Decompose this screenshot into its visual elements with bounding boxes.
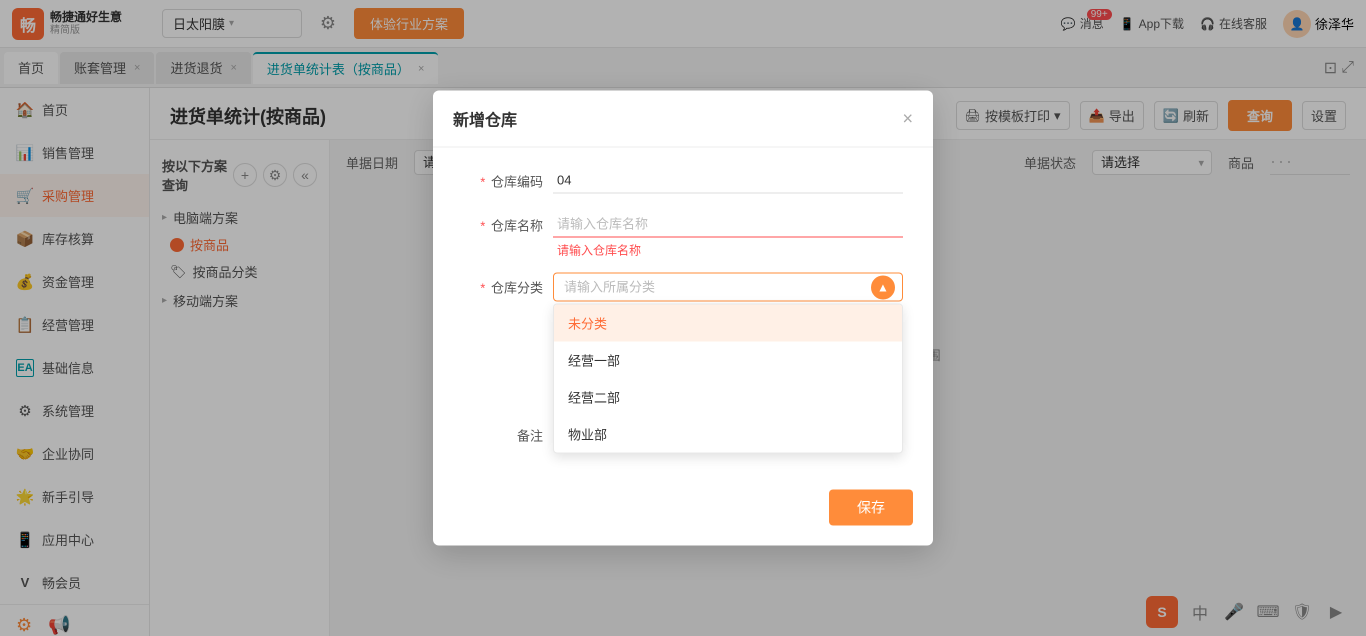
dropdown-item-0[interactable]: 未分类 (554, 305, 902, 342)
code-input[interactable] (553, 168, 903, 194)
dialog-title: 新增仓库 (453, 107, 517, 131)
classify-dropdown: 未分类 经营一部 经营二部 物业部 (553, 304, 903, 454)
name-row: * 仓库名称 (463, 212, 903, 238)
dialog-close-icon[interactable]: × (902, 110, 913, 128)
name-required: * (480, 218, 485, 233)
dropdown-item-2[interactable]: 经营二部 (554, 379, 902, 416)
dialog-body: * 仓库编码 * 仓库名称 请输入仓库名称 * 仓库分类 ▲ (433, 148, 933, 476)
classify-label: * 仓库分类 (463, 278, 543, 297)
save-button[interactable]: 保存 (829, 490, 913, 526)
dialog-header: 新增仓库 × (433, 91, 933, 148)
name-error-msg: 请输入仓库名称 (553, 242, 903, 259)
dropdown-item-1[interactable]: 经营一部 (554, 342, 902, 379)
classify-input[interactable] (553, 273, 903, 302)
classify-toggle-icon[interactable]: ▲ (871, 275, 895, 299)
classify-row: * 仓库分类 ▲ 未分类 经营一部 经营二部 物业部 (463, 273, 903, 302)
new-warehouse-dialog: 新增仓库 × * 仓库编码 * 仓库名称 请输入仓库名称 * 仓库分类 (433, 91, 933, 546)
dialog-footer: 保存 (433, 476, 933, 546)
code-row: * 仓库编码 (463, 168, 903, 194)
name-label: * 仓库名称 (463, 215, 543, 234)
classify-required: * (480, 281, 485, 296)
name-input[interactable] (553, 212, 903, 238)
code-required: * (480, 174, 485, 189)
note-label: 备注 (463, 425, 543, 444)
code-label: * 仓库编码 (463, 171, 543, 190)
classify-input-wrap: ▲ 未分类 经营一部 经营二部 物业部 (553, 273, 903, 302)
dropdown-item-3[interactable]: 物业部 (554, 416, 902, 453)
